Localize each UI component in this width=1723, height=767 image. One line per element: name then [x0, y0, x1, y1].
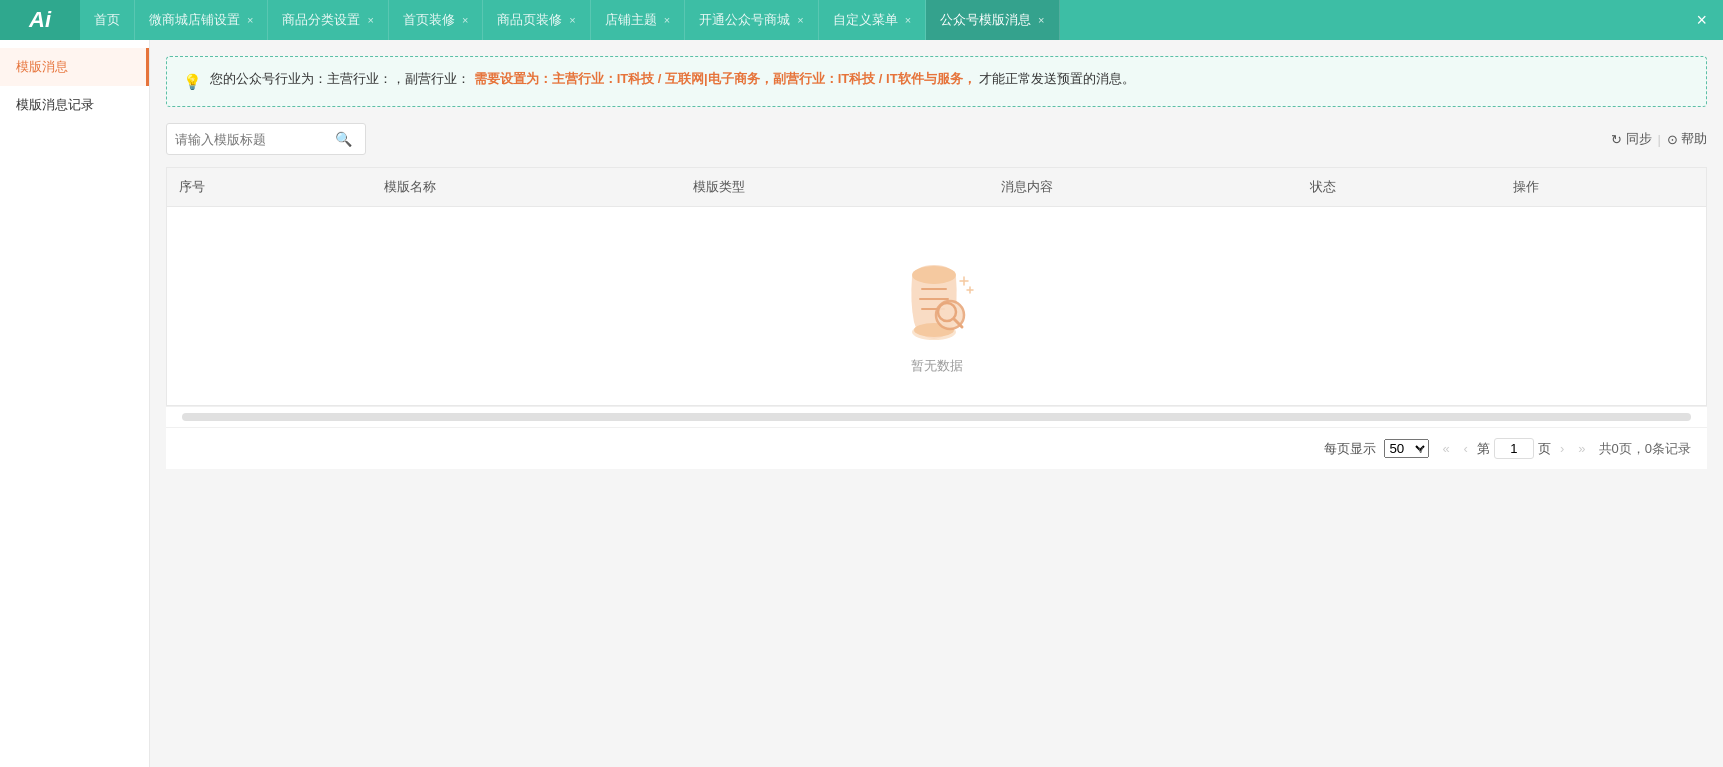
svg-point-1 — [912, 266, 956, 284]
per-page-label: 每页显示 — [1324, 440, 1376, 458]
col-status: 状态 — [1298, 168, 1501, 207]
search-bar: 🔍 ↻ 同步 | ⊙ 帮助 — [166, 123, 1707, 155]
top-nav-bar: Ai 首页微商城店铺设置 ×商品分类设置 ×首页装修 ×商品页装修 ×店铺主题 … — [0, 0, 1723, 40]
search-left: 🔍 — [166, 123, 366, 155]
col-name: 模版名称 — [372, 168, 681, 207]
page-unit: 页 — [1538, 440, 1551, 458]
nav-tabs: 首页微商城店铺设置 ×商品分类设置 ×首页装修 ×商品页装修 ×店铺主题 ×开通… — [80, 0, 1680, 40]
table-header-row: 序号模版名称模版类型消息内容状态操作 — [167, 168, 1707, 207]
first-page-button[interactable]: « — [1437, 439, 1454, 458]
tab-mall[interactable]: 开通公众号商城 × — [685, 0, 818, 40]
search-right: ↻ 同步 | ⊙ 帮助 — [1611, 130, 1707, 148]
prev-page-button[interactable]: ‹ — [1459, 439, 1473, 458]
col-content: 消息内容 — [989, 168, 1298, 207]
empty-state: 暂无数据 — [167, 207, 1706, 405]
notice-text: 您的公众号行业为：主营行业：，副营行业： 需要设置为：主营行业：IT科技 / 互… — [210, 69, 1135, 90]
tab-template[interactable]: 公众号模版消息 × — [926, 0, 1059, 40]
empty-state-row: 暂无数据 — [167, 207, 1707, 406]
page-input-wrap — [1494, 438, 1534, 459]
page-label: 第 — [1477, 440, 1490, 458]
sidebar-item-template-record[interactable]: 模版消息记录 — [0, 86, 149, 124]
empty-illustration — [882, 247, 992, 357]
tab-close-category[interactable]: × — [367, 14, 373, 26]
scrollbar-thumb[interactable] — [182, 413, 1691, 421]
total-info: 共0页，0条记录 — [1599, 440, 1691, 458]
tab-close-homepage[interactable]: × — [462, 14, 468, 26]
col-seq: 序号 — [167, 168, 372, 207]
tab-close-menu[interactable]: × — [905, 14, 911, 26]
tab-weshop[interactable]: 微商城店铺设置 × — [135, 0, 268, 40]
col-action: 操作 — [1501, 168, 1706, 207]
data-table: 序号模版名称模版类型消息内容状态操作 — [166, 167, 1707, 406]
divider: | — [1658, 132, 1661, 147]
tab-product[interactable]: 商品页装修 × — [483, 0, 590, 40]
tab-close-mall[interactable]: × — [797, 14, 803, 26]
app-logo: Ai — [0, 0, 80, 40]
tab-homepage[interactable]: 首页装修 × — [389, 0, 483, 40]
search-input[interactable] — [175, 132, 335, 147]
global-close-button[interactable]: × — [1680, 0, 1723, 40]
next-page-button[interactable]: › — [1555, 439, 1569, 458]
current-page-input[interactable] — [1494, 438, 1534, 459]
sync-button[interactable]: ↻ 同步 — [1611, 130, 1652, 148]
horizontal-scrollbar[interactable] — [166, 406, 1707, 427]
help-button[interactable]: ⊙ 帮助 — [1667, 130, 1707, 148]
pag-nav: « ‹ 第 页 › » — [1437, 438, 1590, 459]
tab-home[interactable]: 首页 — [80, 0, 135, 40]
help-icon: ⊙ — [1667, 132, 1678, 147]
bulb-icon: 💡 — [183, 70, 202, 94]
tab-category[interactable]: 商品分类设置 × — [268, 0, 388, 40]
search-input-wrap[interactable]: 🔍 — [166, 123, 366, 155]
tab-menu[interactable]: 自定义菜单 × — [819, 0, 926, 40]
tab-close-product[interactable]: × — [569, 14, 575, 26]
tab-theme[interactable]: 店铺主题 × — [591, 0, 685, 40]
content-area: 💡 您的公众号行业为：主营行业：，副营行业： 需要设置为：主营行业：IT科技 /… — [150, 40, 1723, 767]
tab-close-weshop[interactable]: × — [247, 14, 253, 26]
tab-close-theme[interactable]: × — [664, 14, 670, 26]
last-page-button[interactable]: » — [1573, 439, 1590, 458]
per-page-select-wrap[interactable]: 50 20 100 — [1384, 439, 1429, 458]
tab-close-template[interactable]: × — [1038, 14, 1044, 26]
notice-banner: 💡 您的公众号行业为：主营行业：，副营行业： 需要设置为：主营行业：IT科技 /… — [166, 56, 1707, 107]
per-page-select[interactable]: 50 20 100 — [1384, 439, 1429, 458]
sidebar: 模版消息模版消息记录 — [0, 40, 150, 767]
col-type: 模版类型 — [681, 168, 990, 207]
pagination-bar: 每页显示 50 20 100 « ‹ 第 页 › » 共0页，0条记录 — [166, 427, 1707, 469]
search-icon[interactable]: 🔍 — [335, 131, 352, 147]
empty-text: 暂无数据 — [911, 357, 963, 375]
sidebar-item-template-msg[interactable]: 模版消息 — [0, 48, 149, 86]
sync-icon: ↻ — [1611, 132, 1622, 147]
main-layout: 模版消息模版消息记录 💡 您的公众号行业为：主营行业：，副营行业： 需要设置为：… — [0, 40, 1723, 767]
